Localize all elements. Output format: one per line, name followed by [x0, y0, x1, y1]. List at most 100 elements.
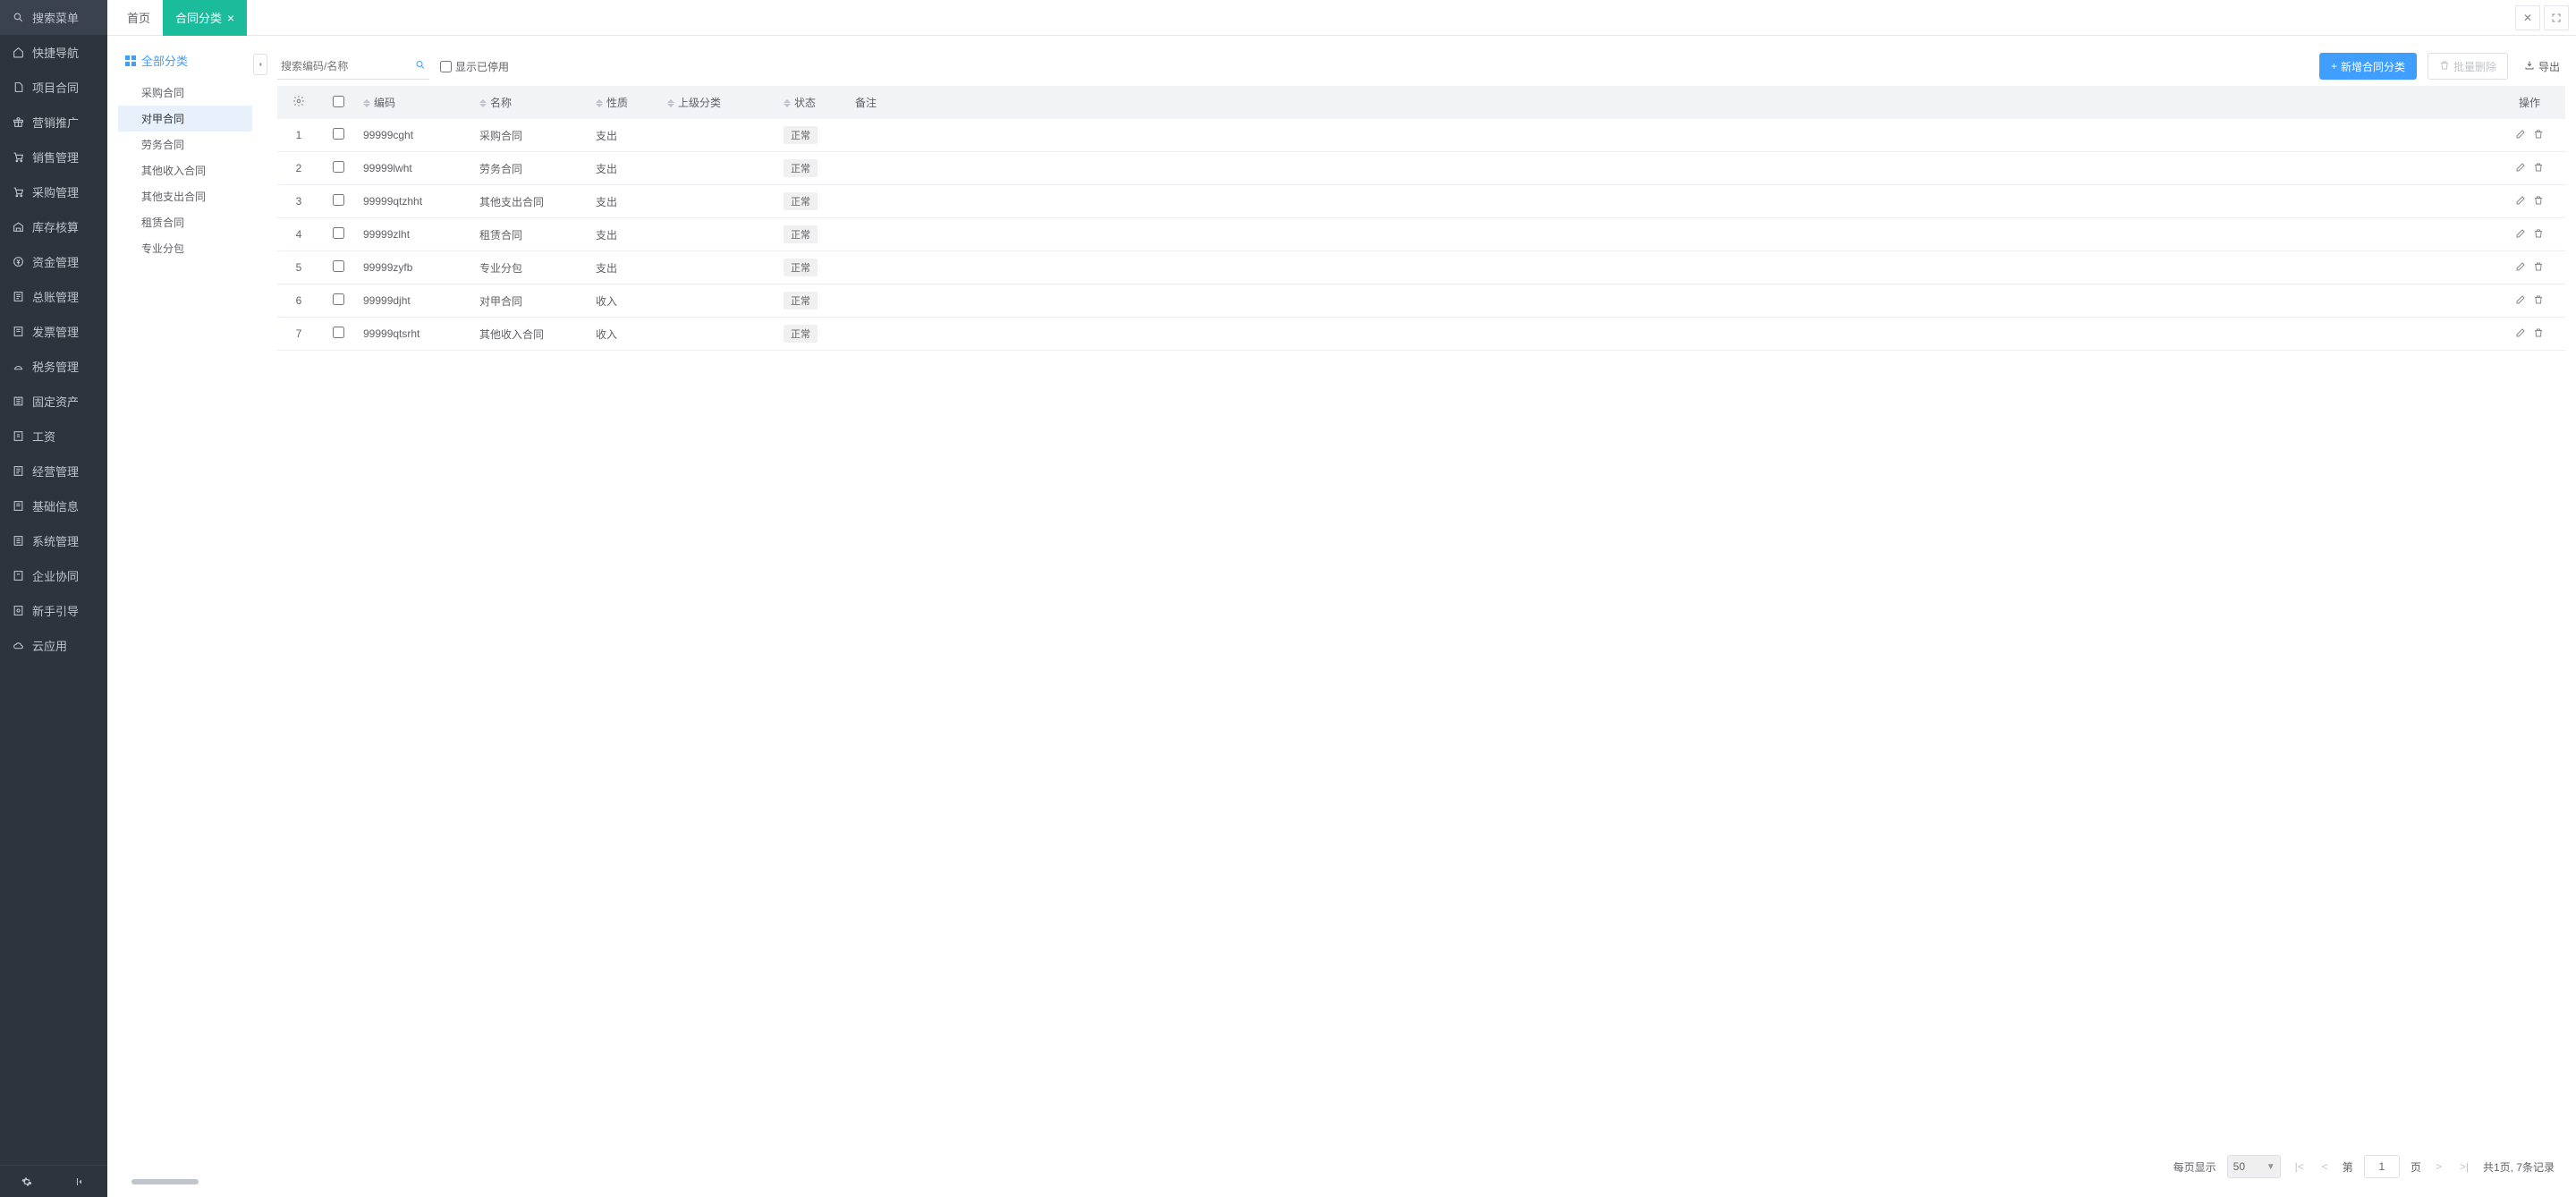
cell-remark [848, 119, 2494, 152]
cell-status: 正常 [776, 119, 848, 152]
sidebar-item-3[interactable]: 营销推广 [0, 105, 107, 140]
category-item-1[interactable]: 对甲合同 [118, 106, 252, 132]
row-checkbox[interactable] [333, 327, 344, 338]
table-row: 199999cght采购合同支出正常 [277, 119, 2565, 152]
sidebar-item-9[interactable]: 发票管理 [0, 314, 107, 349]
delete-icon[interactable] [2533, 130, 2544, 142]
sidebar-item-11[interactable]: 固定资产 [0, 384, 107, 419]
money-icon [11, 255, 25, 269]
edit-icon[interactable] [2515, 196, 2526, 208]
category-item-3[interactable]: 其他收入合同 [118, 157, 252, 183]
column-name[interactable]: 名称 [472, 86, 589, 119]
sidebar-item-18[interactable]: 云应用 [0, 628, 107, 663]
column-nature[interactable]: 性质 [589, 86, 660, 119]
add-category-button[interactable]: + 新增合同分类 [2319, 53, 2417, 80]
search-icon[interactable] [415, 60, 426, 73]
row-checkbox[interactable] [333, 161, 344, 173]
per-page-label: 每页显示 [2174, 1159, 2216, 1175]
export-button[interactable]: 导出 [2519, 59, 2565, 74]
collapse-panel-button[interactable] [253, 54, 267, 75]
data-table: 编码 名称 性质 上级分类 状态 备注 操作 199999cght采购合同支出正… [277, 86, 2565, 351]
show-disabled-checkbox[interactable]: 显示已停用 [440, 59, 509, 74]
row-checkbox[interactable] [333, 194, 344, 206]
delete-icon[interactable] [2533, 163, 2544, 175]
category-item-2[interactable]: 劳务合同 [118, 132, 252, 157]
sidebar-item-15[interactable]: 系统管理 [0, 523, 107, 558]
delete-icon[interactable] [2533, 229, 2544, 242]
category-all-button[interactable]: 全部分类 [118, 47, 252, 74]
select-all-checkbox[interactable] [333, 96, 344, 107]
first-page-button[interactable]: |< [2292, 1160, 2308, 1173]
sidebar-item-6[interactable]: 库存核算 [0, 209, 107, 244]
delete-icon[interactable] [2533, 196, 2544, 208]
category-item-0[interactable]: 采购合同 [118, 80, 252, 106]
column-settings[interactable] [277, 86, 320, 119]
category-item-6[interactable]: 专业分包 [118, 235, 252, 261]
sidebar-item-1[interactable]: 快捷导航 [0, 35, 107, 70]
delete-icon[interactable] [2533, 295, 2544, 308]
edit-icon[interactable] [2515, 163, 2526, 175]
per-page-select[interactable]: 50 [2227, 1155, 2281, 1178]
edit-icon[interactable] [2515, 262, 2526, 275]
column-code[interactable]: 编码 [356, 86, 472, 119]
row-index: 2 [277, 152, 320, 185]
edit-icon[interactable] [2515, 130, 2526, 142]
cell-name: 采购合同 [472, 119, 589, 152]
tab-close-icon[interactable]: × [227, 11, 234, 25]
column-parent[interactable]: 上级分类 [660, 86, 776, 119]
sidebar-item-label: 基础信息 [32, 497, 79, 514]
sidebar-item-17[interactable]: 新手引导 [0, 593, 107, 628]
sidebar-item-label: 营销推广 [32, 114, 79, 131]
category-scrollbar[interactable] [118, 1177, 252, 1186]
batch-delete-button[interactable]: 批量删除 [2428, 53, 2508, 80]
next-page-button[interactable]: > [2432, 1160, 2445, 1173]
sidebar-item-7[interactable]: 资金管理 [0, 244, 107, 279]
tab-label: 合同分类 [175, 9, 222, 26]
row-checkbox[interactable] [333, 227, 344, 239]
last-page-button[interactable]: >| [2456, 1160, 2472, 1173]
search-input[interactable] [277, 53, 429, 80]
sidebar-item-14[interactable]: 基础信息 [0, 488, 107, 523]
tab-1[interactable]: 合同分类 × [163, 0, 247, 36]
sidebar-item-16[interactable]: 企业协同 [0, 558, 107, 593]
fullscreen-button[interactable] [2544, 5, 2569, 30]
category-panel: 全部分类 采购合同对甲合同劳务合同其他收入合同其他支出合同租赁合同专业分包 [118, 47, 252, 1186]
page-input[interactable] [2364, 1155, 2400, 1178]
row-index: 7 [277, 318, 320, 351]
category-item-4[interactable]: 其他支出合同 [118, 183, 252, 209]
row-checkbox[interactable] [333, 260, 344, 272]
row-checkbox[interactable] [333, 128, 344, 140]
delete-icon[interactable] [2533, 262, 2544, 275]
sidebar-item-label: 快捷导航 [32, 44, 79, 61]
row-checkbox[interactable] [333, 293, 344, 305]
close-all-tabs-button[interactable]: ✕ [2515, 5, 2540, 30]
sidebar-item-5[interactable]: 采购管理 [0, 174, 107, 209]
cell-parent [660, 152, 776, 185]
gift-icon [11, 115, 25, 130]
edit-icon[interactable] [2515, 229, 2526, 242]
column-status[interactable]: 状态 [776, 86, 848, 119]
sidebar-item-label: 固定资产 [32, 393, 79, 410]
prev-page-button[interactable]: < [2318, 1160, 2332, 1173]
edit-icon[interactable] [2515, 328, 2526, 341]
cell-parent [660, 284, 776, 318]
sidebar-item-13[interactable]: 经营管理 [0, 454, 107, 488]
edit-icon[interactable] [2515, 295, 2526, 308]
sidebar-item-label: 企业协同 [32, 567, 79, 584]
add-button-label: 新增合同分类 [2341, 59, 2405, 74]
sidebar-item-label: 采购管理 [32, 183, 79, 200]
cell-code: 99999zyfb [356, 251, 472, 284]
sidebar-item-12[interactable]: 工资 [0, 419, 107, 454]
sidebar-item-8[interactable]: 总账管理 [0, 279, 107, 314]
sidebar-item-label: 工资 [32, 428, 55, 445]
sidebar-item-0[interactable]: 搜索菜单 [0, 0, 107, 35]
sidebar-item-2[interactable]: 项目合同 [0, 70, 107, 105]
sidebar-item-4[interactable]: 销售管理 [0, 140, 107, 174]
category-item-5[interactable]: 租赁合同 [118, 209, 252, 235]
collapse-sidebar-button[interactable] [54, 1166, 107, 1197]
toolbar: 显示已停用 + 新增合同分类 批量删除 [277, 47, 2565, 86]
sidebar-item-10[interactable]: 税务管理 [0, 349, 107, 384]
settings-button[interactable] [0, 1166, 54, 1197]
tab-0[interactable]: 首页 [114, 0, 163, 36]
delete-icon[interactable] [2533, 328, 2544, 341]
